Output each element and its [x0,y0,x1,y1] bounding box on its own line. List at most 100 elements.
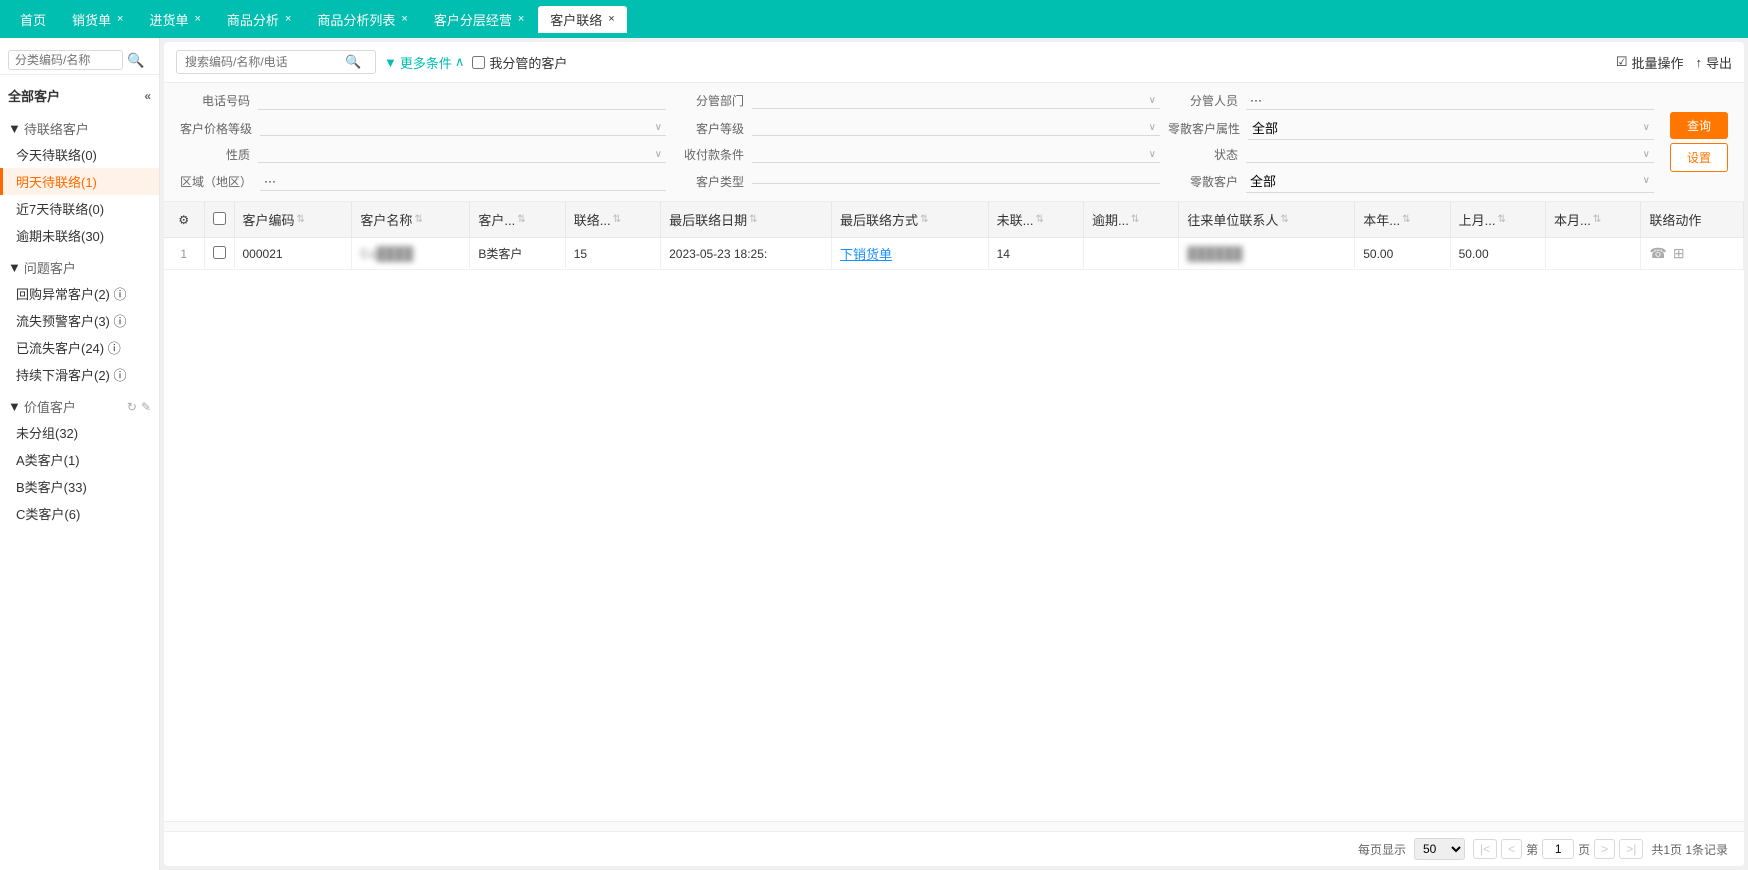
nav-product-analysis-list-close[interactable]: × [401,13,407,25]
sort-cat-icon: ⇅ [517,214,525,225]
page-unit: 页 [1578,841,1590,858]
my-customers-check[interactable]: 我分管的客户 [472,53,567,72]
filter-payment-select[interactable]: ∨ [752,147,1160,163]
col-this-year[interactable]: 本年...⇅ [1355,202,1450,238]
action-phone-icon[interactable]: ☎ [1649,245,1666,262]
col-last-method[interactable]: 最后联络方式⇅ [832,202,989,238]
col-customer-name[interactable]: 客户名称⇅ [352,202,470,238]
col-settings[interactable]: ⚙ [164,202,204,238]
col-customer-cat[interactable]: 客户...⇅ [470,202,565,238]
select-all-checkbox[interactable] [213,212,226,225]
col-contact-count[interactable]: 联络...⇅ [565,202,660,238]
filter-nature-select[interactable]: ∨ [258,147,666,163]
nav-product-analysis-label: 商品分析 [227,10,279,29]
sidebar-item-abnormal[interactable]: 回购异常客户(2) ⓘ [0,280,159,307]
nav-product-analysis-list[interactable]: 商品分析列表 × [305,6,419,33]
filter-dept-label: 分管部门 [674,92,744,109]
filter-region-input[interactable]: ··· [260,172,666,191]
col-unit-contact[interactable]: 往来单位联系人⇅ [1179,202,1355,238]
value-refresh-icon[interactable]: ↻ [127,400,137,414]
nav-product-analysis-list-label: 商品分析列表 [317,10,395,29]
filter-phone-input[interactable] [258,91,666,110]
nav-customer-contact-close[interactable]: × [608,13,614,25]
nav-sales[interactable]: 销货单 × [60,6,135,33]
sidebar-item-declining[interactable]: 持续下滑客户(2) ⓘ [0,361,159,388]
row-unlinked: 14 [988,238,1083,270]
filter-scatter-attr-label: 零散客户属性 [1168,120,1240,137]
nav-customer-tier-label: 客户分层经营 [434,10,512,29]
sidebar-all-customers[interactable]: 全部客户 « [0,81,159,110]
filter-status: 状态 ∨ [1168,146,1662,163]
sidebar: 🔍 全部客户 « ▼ 待联络客户 今天待联络(0) 明天待联络(1) 近7天待联… [0,38,160,870]
filter-status-select[interactable]: ∨ [1246,147,1654,163]
sidebar-item-overdue[interactable]: 逾期未联络(30) [0,222,159,249]
sidebar-item-today[interactable]: 今天待联络(0) [0,141,159,168]
sidebar-search-icon[interactable]: 🔍 [127,52,144,69]
col-this-month[interactable]: 本月...⇅ [1546,202,1641,238]
page-size-select[interactable]: 50 100 200 [1414,838,1465,860]
sidebar-item-a-class[interactable]: A类客户(1) [0,446,159,473]
sidebar-item-tomorrow[interactable]: 明天待联络(1) [0,168,159,195]
nav-product-analysis-close[interactable]: × [285,13,291,25]
sidebar-item-7days[interactable]: 近7天待联络(0) [0,195,159,222]
query-button[interactable]: 查询 [1670,112,1728,139]
row-check[interactable] [204,238,234,270]
sidebar-group-pending-title[interactable]: ▼ 待联络客户 [0,114,159,141]
sidebar-item-b-class[interactable]: B类客户(33) [0,473,159,500]
row-num: 1 [164,238,204,270]
page-next-btn[interactable]: > [1594,839,1615,859]
page-input[interactable] [1542,839,1574,859]
set-button[interactable]: 设置 [1670,143,1728,172]
col-last-month[interactable]: 上月...⇅ [1450,202,1545,238]
col-customer-code[interactable]: 客户编码⇅ [234,202,352,238]
value-edit-icon[interactable]: ✎ [141,400,151,414]
filter-price-level-select[interactable]: ∨ [260,120,666,136]
filter-customer-level-select[interactable]: ∨ [752,120,1160,136]
filter-payment: 收付款条件 ∨ [674,146,1168,163]
last-method-link[interactable]: 下销货单 [840,247,892,262]
nav-customer-contact[interactable]: 客户联络 × [538,6,626,33]
batch-btn[interactable]: ☑ 批量操作 [1616,53,1684,72]
page-first-btn[interactable]: |< [1473,839,1497,859]
filter-manager-input[interactable]: ··· [1246,91,1654,110]
sidebar-item-c-class[interactable]: C类客户(6) [0,500,159,527]
my-customers-checkbox[interactable] [472,56,485,69]
page-last-btn[interactable]: >| [1619,839,1643,859]
col-unlinked[interactable]: 未联...⇅ [988,202,1083,238]
filter-region-label: 区域（地区） [180,173,252,190]
sidebar-group-value-title[interactable]: ▼ 价值客户 ↻ ✎ [0,392,159,419]
col-overdue[interactable]: 逾期...⇅ [1083,202,1178,238]
content-area: 🔍 ▼ 更多条件 ∧ 我分管的客户 ☑ 批量操作 ↑ 导出 [164,42,1744,866]
nav-customer-tier[interactable]: 客户分层经营 × [422,6,536,33]
row-checkbox[interactable] [213,246,226,259]
row-this-year: 50.00 [1355,238,1450,270]
export-btn[interactable]: ↑ 导出 [1695,53,1732,72]
filter-customer-type-input[interactable] [752,179,1160,184]
action-grid-icon[interactable]: ⊞ [1673,245,1685,262]
nav-product-analysis[interactable]: 商品分析 × [215,6,303,33]
sidebar-item-churn-warning[interactable]: 流失预警客户(3) ⓘ [0,307,159,334]
nav-customer-tier-close[interactable]: × [518,13,524,25]
filter-scatter-attr-select[interactable]: 全部 ∨ [1248,116,1654,140]
all-customers-label: 全部客户 [8,86,60,105]
sort-contact-icon: ⇅ [613,214,621,225]
search-input[interactable] [185,55,345,69]
filter-row-1: 电话号码 分管部门 ∨ 分管人员 ··· [180,91,1662,110]
nav-purchase-label: 进货单 [149,10,188,29]
nav-purchase[interactable]: 进货单 × [137,6,212,33]
nav-purchase-close[interactable]: × [194,13,200,25]
nav-sales-close[interactable]: × [117,13,123,25]
nav-home[interactable]: 首页 [8,6,58,33]
sidebar-search-input[interactable] [8,50,123,70]
filter-scatter-select[interactable]: 全部 ∨ [1246,169,1654,193]
table-footer: 每页显示 50 100 200 |< < 第 页 > >| 共1页 1条记录 [164,831,1744,866]
toolbar-search-icon[interactable]: 🔍 [345,54,361,70]
filter-more-btn[interactable]: ▼ 更多条件 ∧ [384,53,464,72]
sidebar-item-churned[interactable]: 已流失客户(24) ⓘ [0,334,159,361]
scrollbar[interactable] [164,821,1744,831]
page-prev-btn[interactable]: < [1501,839,1522,859]
sidebar-group-problem-title[interactable]: ▼ 问题客户 [0,253,159,280]
col-last-date[interactable]: 最后联络日期⇅ [661,202,832,238]
filter-dept-select[interactable]: ∨ [752,93,1160,109]
sidebar-item-ungrouped[interactable]: 未分组(32) [0,419,159,446]
